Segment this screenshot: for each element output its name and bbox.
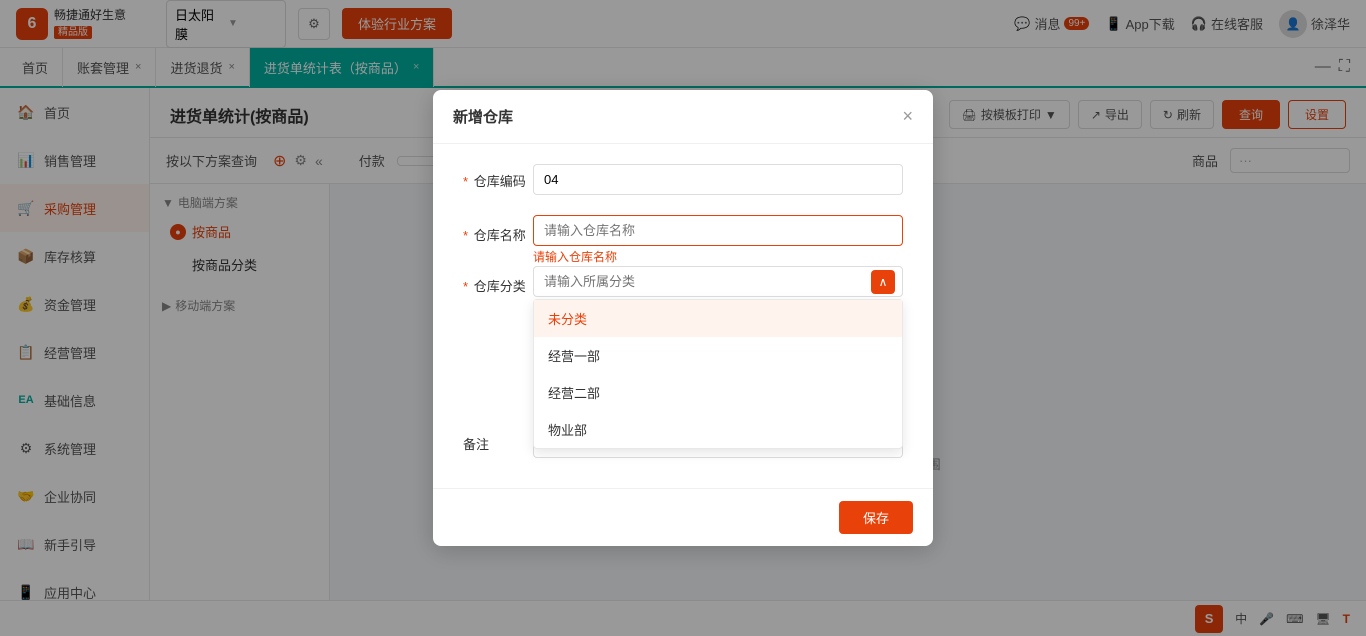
form-row-category: * 仓库分类 ∧ 未分类 经营一部 经营二部 物业部 (463, 266, 903, 297)
name-label: * 仓库名称 (463, 218, 533, 244)
code-input[interactable] (533, 164, 903, 195)
save-button[interactable]: 保存 (839, 501, 913, 534)
dropdown-option-uncat[interactable]: 未分类 (534, 300, 902, 337)
category-dropdown-arrow[interactable]: ∧ (871, 270, 895, 294)
modal-footer: 保存 (433, 488, 933, 546)
note-label: 备注 (463, 427, 533, 453)
modal-overlay[interactable]: 新增仓库 × * 仓库编码 * 仓库名称 (0, 0, 1366, 636)
code-label: * 仓库编码 (463, 164, 533, 190)
dropdown-option-property[interactable]: 物业部 (534, 411, 902, 448)
name-label-text: 仓库名称 (474, 228, 526, 243)
form-row-code: * 仓库编码 (463, 164, 903, 195)
category-dropdown-field: ∧ (533, 266, 903, 297)
note-label-text: 备注 (463, 437, 489, 452)
category-dropdown-list: 未分类 经营一部 经营二部 物业部 (533, 299, 903, 449)
dropdown-option-ops1[interactable]: 经营一部 (534, 337, 902, 374)
category-input[interactable] (533, 266, 903, 297)
name-error-msg: 请输入仓库名称 (533, 248, 617, 265)
modal-body: * 仓库编码 * 仓库名称 请输入仓库名称 (433, 144, 933, 488)
modal-close-button[interactable]: × (902, 106, 913, 127)
name-row-inner: * 仓库名称 (463, 215, 903, 246)
form-row-name: * 仓库名称 请输入仓库名称 (463, 215, 903, 246)
modal-new-warehouse: 新增仓库 × * 仓库编码 * 仓库名称 (433, 90, 933, 546)
category-row-inner: * 仓库分类 ∧ (463, 266, 903, 297)
dropdown-option-ops2[interactable]: 经营二部 (534, 374, 902, 411)
category-label-text: 仓库分类 (474, 279, 526, 294)
modal-header: 新增仓库 × (433, 90, 933, 144)
code-label-text: 仓库编码 (474, 174, 526, 189)
category-label: * 仓库分类 (463, 269, 533, 295)
name-input[interactable] (533, 215, 903, 246)
modal-title: 新增仓库 (453, 106, 513, 127)
